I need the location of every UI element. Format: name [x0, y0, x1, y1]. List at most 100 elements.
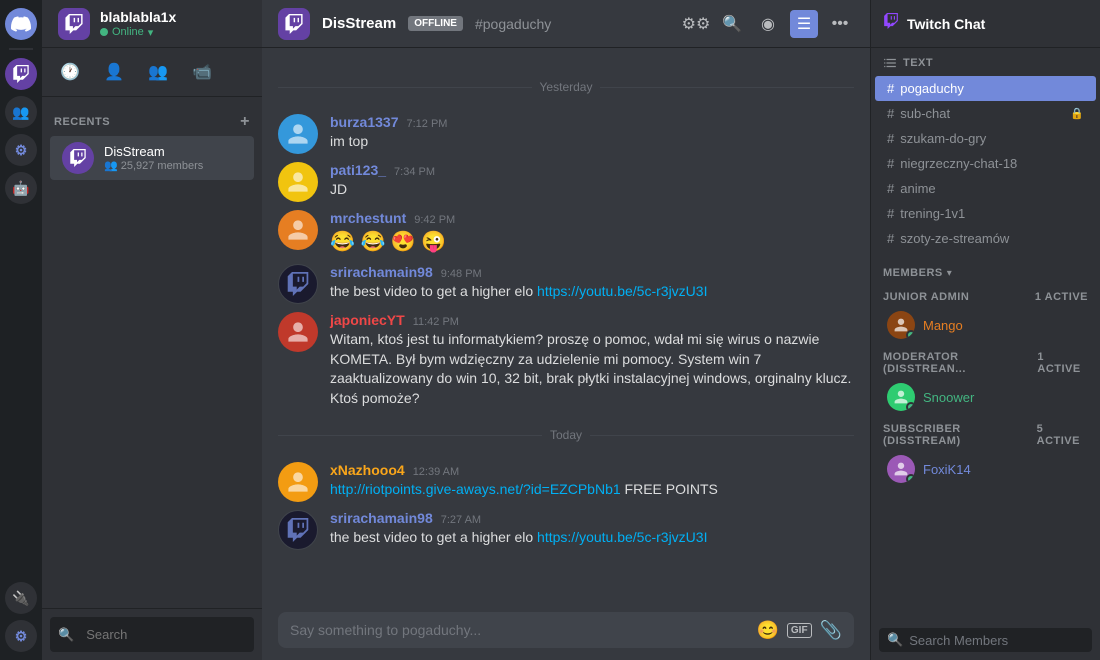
recents-add-button[interactable]: +	[236, 113, 254, 131]
message-avatar	[278, 162, 318, 202]
channel-item-disstream[interactable]: DisStream 👥 25,927 members	[50, 136, 254, 180]
channel-name-niegrzeczny: niegrzeczny-chat-18	[900, 156, 1017, 171]
channel-list-item-anime[interactable]: # anime	[875, 176, 1096, 201]
message-header: japoniecYT 11:42 PM	[330, 312, 854, 328]
hash-icon: #	[887, 206, 894, 221]
server-icon-twitch[interactable]	[5, 58, 37, 90]
message-link[interactable]: https://youtu.be/5c-r3jvzU3I	[537, 529, 707, 545]
recents-header: RECENTS +	[42, 97, 262, 135]
message-content: JD	[330, 180, 854, 200]
message-content: the best video to get a higher elo https…	[330, 528, 854, 548]
member-count-moderator: 1 Active	[1037, 351, 1088, 375]
message-header: pati123_ 7:34 PM	[330, 162, 854, 178]
server-icon-bot[interactable]: 🤖	[5, 172, 37, 204]
message-author: japoniecYT	[330, 312, 405, 328]
server-icon-plugins[interactable]: 🔌	[5, 582, 37, 614]
server-divider	[9, 48, 33, 50]
message-row: srirachamain98 9:48 PM the best video to…	[262, 260, 870, 308]
channel-list-item-szukam[interactable]: # szukam-do-gry	[875, 126, 1096, 151]
server-icon-discord[interactable]	[5, 8, 37, 40]
members-label: MEMBERS	[883, 267, 943, 279]
message-header: srirachamain98 7:27 AM	[330, 510, 854, 526]
hash-icon: #	[887, 156, 894, 171]
server-icon-settings[interactable]: ⚙	[5, 134, 37, 166]
message-link[interactable]: https://youtu.be/5c-r3jvzU3I	[537, 283, 707, 299]
channel-name-szukam: szukam-do-gry	[900, 131, 986, 146]
member-item-foxik14[interactable]: FoxiK14	[875, 451, 1096, 487]
category-name-junior-admin: JUNIOR ADMIN	[883, 291, 969, 303]
message-body: pati123_ 7:34 PM JD	[330, 162, 854, 202]
message-content: im top	[330, 132, 854, 152]
message-body: xNazhooo4 12:39 AM http://riotpoints.giv…	[330, 462, 854, 502]
message-avatar	[278, 510, 318, 550]
messages-container: Yesterday burza1337 7:12 PM im top p	[262, 48, 870, 600]
server-header-icon	[58, 8, 90, 40]
message-content: the best video to get a higher elo https…	[330, 282, 854, 302]
header-layers-icon[interactable]: ◉	[754, 10, 782, 38]
header-menu-icon[interactable]: ☰	[790, 10, 818, 38]
server-header[interactable]: blablabla1x Online ▾	[42, 0, 262, 48]
chevron-icon: ▾	[947, 268, 952, 279]
chat-input-wrapper: 😊 GIF 📎	[278, 612, 854, 648]
channel-list-item-niegrzeczny[interactable]: # niegrzeczny-chat-18	[875, 151, 1096, 176]
sidebar-search-icon: 🔍	[58, 627, 74, 643]
video-icon[interactable]: 📹	[186, 56, 218, 88]
recent-icon[interactable]: 🕐	[54, 56, 86, 88]
gif-button[interactable]: GIF	[787, 623, 812, 638]
message-avatar	[278, 114, 318, 154]
message-time: 11:42 PM	[413, 316, 459, 328]
member-count-junior-admin: 1 Active	[1035, 291, 1088, 303]
offline-badge: OFFLINE	[408, 16, 463, 31]
message-row: mrchestunt 9:42 PM 😂 😂 😍 😜	[262, 206, 870, 260]
emoji-picker-icon[interactable]: 😊	[756, 620, 778, 641]
message-row: burza1337 7:12 PM im top	[262, 110, 870, 158]
message-link[interactable]: http://riotpoints.give-aways.net/?id=EZC…	[330, 481, 621, 497]
message-content: Witam, ktoś jest tu informatykiem? prosz…	[330, 330, 854, 408]
chat-input[interactable]	[290, 612, 748, 648]
channel-list-item-szoty[interactable]: # szoty-ze-streamów	[875, 226, 1096, 251]
header-more-icon[interactable]: •••	[826, 10, 854, 38]
channel-list-item-trening[interactable]: # trening-1v1	[875, 201, 1096, 226]
server-icon-friends[interactable]: 👥	[5, 96, 37, 128]
message-author: pati123_	[330, 162, 386, 178]
member-avatar-foxik14	[887, 455, 915, 483]
member-online-dot	[906, 474, 915, 483]
header-apps-icon[interactable]: ⚙⚙	[682, 10, 710, 38]
search-members-input[interactable]	[909, 633, 1085, 648]
member-category-moderator: MODERATOR (DISSTREAN... 1 Active	[871, 343, 1100, 379]
header-actions: ⚙⚙ 🔍 ◉ ☰ •••	[682, 10, 854, 38]
chat-input-area: 😊 GIF 📎	[262, 600, 870, 660]
message-row: xNazhooo4 12:39 AM http://riotpoints.giv…	[262, 458, 870, 506]
message-body: mrchestunt 9:42 PM 😂 😂 😍 😜	[330, 210, 854, 256]
message-author: xNazhooo4	[330, 462, 405, 478]
message-time: 9:48 PM	[441, 268, 482, 280]
message-avatar	[278, 210, 318, 250]
sidebar-actions: 🕐 👤 👥 📹	[42, 48, 262, 97]
text-section-header: TEXT	[871, 48, 1100, 72]
message-body: srirachamain98 7:27 AM the best video to…	[330, 510, 854, 550]
hash-icon: #	[887, 81, 894, 96]
member-category-junior-admin: JUNIOR ADMIN 1 Active	[871, 283, 1100, 307]
member-name-foxik14: FoxiK14	[923, 462, 971, 477]
header-search-icon[interactable]: 🔍	[718, 10, 746, 38]
chat-header-icon	[278, 8, 310, 40]
channel-list-item-subchat[interactable]: # sub-chat 🔒	[875, 101, 1096, 126]
category-name-subscriber: SUBSCRIBER (DISSTREAM)	[883, 423, 1037, 447]
message-time: 7:34 PM	[394, 166, 435, 178]
message-avatar	[278, 264, 318, 304]
server-icon-gear[interactable]: ⚙	[5, 620, 37, 652]
member-item-mango[interactable]: Mango	[875, 307, 1096, 343]
friends-icon[interactable]: 👤	[98, 56, 130, 88]
member-avatar-snoower	[887, 383, 915, 411]
online-badge: Online ▾	[100, 26, 176, 39]
channel-list-item-pogaduchy[interactable]: # pogaduchy	[875, 76, 1096, 101]
member-online-dot	[906, 402, 915, 411]
sidebar-search-input[interactable]	[78, 621, 270, 648]
attachment-icon[interactable]: 📎	[820, 620, 842, 641]
date-divider-today: Today	[278, 428, 854, 442]
message-author: burza1337	[330, 114, 398, 130]
group-icon[interactable]: 👥	[142, 56, 174, 88]
message-body: srirachamain98 9:48 PM the best video to…	[330, 264, 854, 304]
member-item-snoower[interactable]: Snoower	[875, 379, 1096, 415]
message-content: 😂 😂 😍 😜	[330, 228, 854, 256]
